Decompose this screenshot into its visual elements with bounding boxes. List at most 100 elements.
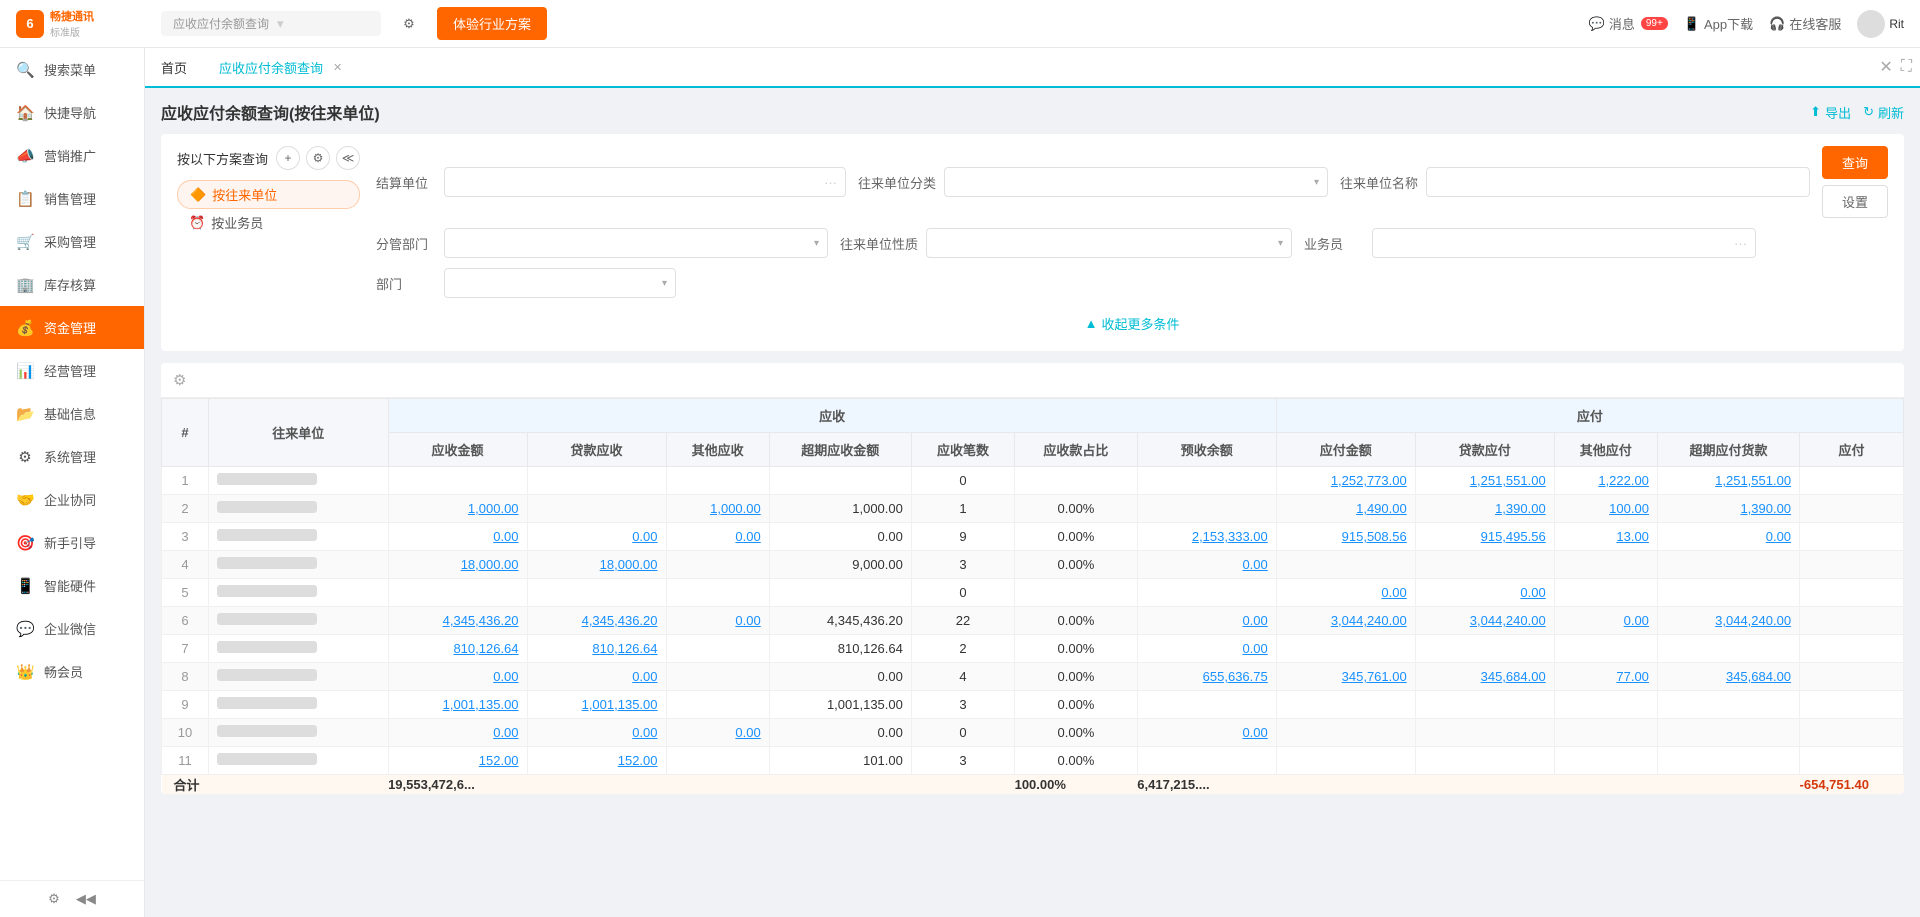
partner-cell xyxy=(209,607,389,635)
avatar xyxy=(1857,10,1885,38)
partner-cell xyxy=(209,691,389,719)
message-button[interactable]: 💬 消息 99+ xyxy=(1589,14,1668,33)
sidebar-item-collab[interactable]: 🤝 企业协同 xyxy=(0,478,144,521)
sidebar-item-marketing[interactable]: 📣 营销推广 xyxy=(0,134,144,177)
solution-button[interactable]: 体验行业方案 xyxy=(437,7,547,40)
col-header-ap-amount: 应付金额 xyxy=(1276,433,1415,467)
partner-cell xyxy=(209,635,389,663)
sidebar-item-operation[interactable]: 📊 经营管理 xyxy=(0,349,144,392)
col-header-rownum: # xyxy=(162,399,209,467)
table-row: 30.000.000.000.0090.00%2,153,333.00915,5… xyxy=(162,523,1904,551)
settings-button[interactable]: 设置 xyxy=(1822,185,1888,218)
dept-input[interactable]: ▾ xyxy=(444,268,676,298)
salesperson-input[interactable]: ··· xyxy=(1372,228,1756,258)
sidebar-item-label: 畅会员 xyxy=(44,662,83,681)
filter-row-2: 分管部门 ▾ 往来单位性质 ▾ xyxy=(376,228,1888,258)
collapse-scheme-button[interactable]: ≪ xyxy=(336,146,360,170)
sidebar-item-label: 基础信息 xyxy=(44,404,96,423)
filter-field-dept-manager: 分管部门 ▾ xyxy=(376,228,828,258)
operation-icon: 📊 xyxy=(16,362,34,380)
dept-manager-input[interactable]: ▾ xyxy=(444,228,828,258)
table-footer-row: 合计 19,553,472,6... 100.00% 6,417,215.... xyxy=(162,775,1904,795)
table-settings-icon[interactable]: ⚙ xyxy=(173,371,186,389)
sidebar-item-member[interactable]: 👑 畅会员 xyxy=(0,650,144,693)
sidebar-item-quick-nav[interactable]: 🏠 快捷导航 xyxy=(0,91,144,134)
refresh-button[interactable]: ↻ 刷新 xyxy=(1863,103,1904,122)
page-area: 应收应付余额查询(按往来单位) ⬆ 导出 ↻ 刷新 按以下方案查询 xyxy=(145,88,1920,917)
tab-maximize-icon[interactable]: ⛶ xyxy=(1901,58,1912,76)
online-service-button[interactable]: 🎧 在线客服 xyxy=(1769,14,1841,33)
edit-scheme-button[interactable]: ⚙ xyxy=(306,146,330,170)
chevron-up-icon: ▲ xyxy=(1085,316,1098,331)
filter-card: 按以下方案查询 + ⚙ ≪ 🔶 按往来单位 ⏰ 按业务员 xyxy=(161,134,1904,351)
table-row: 100.000.000.000.0000.00%0.00 xyxy=(162,719,1904,747)
table-row: 500.000.00 xyxy=(162,579,1904,607)
wechat-icon: 💬 xyxy=(16,620,34,638)
sidebar-item-finance[interactable]: 💰 资金管理 xyxy=(0,306,144,349)
table-row: 101,252,773.001,251,551.001,222.001,251,… xyxy=(162,467,1904,495)
main-content: 首页 应收应付余额查询 ✕ ✕ ⛶ 应收应付余额查询(按往来单位) ⬆ 导出 ↻… xyxy=(145,48,1920,917)
sidebar-item-hardware[interactable]: 📱 智能硬件 xyxy=(0,564,144,607)
table-row: 418,000.0018,000.009,000.0030.00%0.00 xyxy=(162,551,1904,579)
search-icon: 🔍 xyxy=(16,61,34,79)
filter-scheme-label: 按以下方案查询 xyxy=(177,149,268,168)
sidebar-item-guide[interactable]: 🎯 新手引导 xyxy=(0,521,144,564)
dots-icon: ··· xyxy=(1734,236,1747,251)
top-header: 6 畅捷通讯 标准版 应收应付余额查询 ▾ ⚙ 体验行业方案 💬 消息 99+ … xyxy=(0,0,1920,48)
sidebar-item-label: 经营管理 xyxy=(44,361,96,380)
footer-ar-total[interactable]: 19,553,472,6... xyxy=(388,775,527,795)
sidebar-item-purchase[interactable]: 🛒 采购管理 xyxy=(0,220,144,263)
sidebar-item-inventory[interactable]: 🏢 库存核算 xyxy=(0,263,144,306)
tab-home[interactable]: 首页 xyxy=(145,48,203,88)
user-area[interactable]: Rit xyxy=(1857,10,1904,38)
sidebar-item-wechat[interactable]: 💬 企业微信 xyxy=(0,607,144,650)
filter-fields-area: 结算单位 ··· 往来单位分类 ▾ xyxy=(376,146,1888,339)
sidebar: 🔍 搜索菜单 🏠 快捷导航 📣 营销推广 📋 销售管理 🛒 采购管理 🏢 库存核… xyxy=(0,48,145,917)
logo-area: 6 畅捷通讯 标准版 xyxy=(16,8,161,39)
page-title: 应收应付余额查询(按往来单位) xyxy=(161,100,380,124)
partner-cell xyxy=(209,719,389,747)
export-button[interactable]: ⬆ 导出 xyxy=(1810,103,1851,122)
partner-nature-input[interactable]: ▾ xyxy=(926,228,1292,258)
table-row: 64,345,436.204,345,436.200.004,345,436.2… xyxy=(162,607,1904,635)
app-download-button[interactable]: 📱 App下载 xyxy=(1684,14,1753,33)
footer-ar-prepay[interactable]: 6,417,215.... xyxy=(1137,775,1276,795)
col-header-ap-loan: 贷款应付 xyxy=(1415,433,1554,467)
filter-field-partner-category: 往来单位分类 ▾ xyxy=(858,167,1328,197)
sidebar-item-basic[interactable]: 📂 基础信息 xyxy=(0,392,144,435)
message-badge: 99+ xyxy=(1641,17,1668,30)
sidebar-item-search-menu[interactable]: 🔍 搜索菜单 xyxy=(0,48,144,91)
filter-option-salesperson[interactable]: ⏰ 按业务员 xyxy=(177,209,360,236)
tab-close-icon[interactable]: ✕ xyxy=(333,61,342,74)
collapse-button[interactable]: ▲ 收起更多条件 xyxy=(1085,308,1180,339)
filter-option-icon: 🔶 xyxy=(190,187,206,203)
filter-field-salesperson: 业务员 ··· xyxy=(1304,228,1756,258)
query-button[interactable]: 查询 xyxy=(1822,146,1888,179)
sidebar-item-system[interactable]: ⚙ 系统管理 xyxy=(0,435,144,478)
header-middle: 应收应付余额查询 ▾ ⚙ 体验行业方案 xyxy=(161,7,1589,40)
partner-category-input[interactable]: ▾ xyxy=(944,167,1328,197)
tab-close-all-icon[interactable]: ✕ xyxy=(1879,57,1892,77)
filter-field-dept: 部门 ▾ xyxy=(376,268,676,298)
basic-icon: 📂 xyxy=(16,405,34,423)
home-icon: 🏠 xyxy=(16,104,34,122)
partner-name-input[interactable] xyxy=(1426,167,1810,197)
sidebar-item-label: 系统管理 xyxy=(44,447,96,466)
header-right: 💬 消息 99+ 📱 App下载 🎧 在线客服 Rit xyxy=(1589,10,1904,38)
footer-ar-pct: 100.00% xyxy=(1015,775,1138,795)
tab-arbalance[interactable]: 应收应付余额查询 ✕ xyxy=(203,48,358,88)
settlement-unit-input[interactable]: ··· xyxy=(444,167,846,197)
header-settings-button[interactable]: ⚙ xyxy=(393,8,425,40)
app-name: 畅捷通讯 xyxy=(50,8,94,24)
sidebar-item-label: 库存核算 xyxy=(44,275,96,294)
sidebar-item-sales[interactable]: 📋 销售管理 xyxy=(0,177,144,220)
filter-row-3: 部门 ▾ xyxy=(376,268,1888,298)
table-row: 80.000.000.0040.00%655,636.75345,761.003… xyxy=(162,663,1904,691)
sidebar-item-label: 新手引导 xyxy=(44,533,96,552)
sales-icon: 📋 xyxy=(16,190,34,208)
filter-option-partner[interactable]: 🔶 按往来单位 xyxy=(177,180,360,209)
add-scheme-button[interactable]: + xyxy=(276,146,300,170)
sidebar-collapse-icon[interactable]: ◀◀ xyxy=(76,891,96,907)
sidebar-item-label: 搜索菜单 xyxy=(44,60,96,79)
sidebar-settings-icon[interactable]: ⚙ xyxy=(48,891,60,907)
